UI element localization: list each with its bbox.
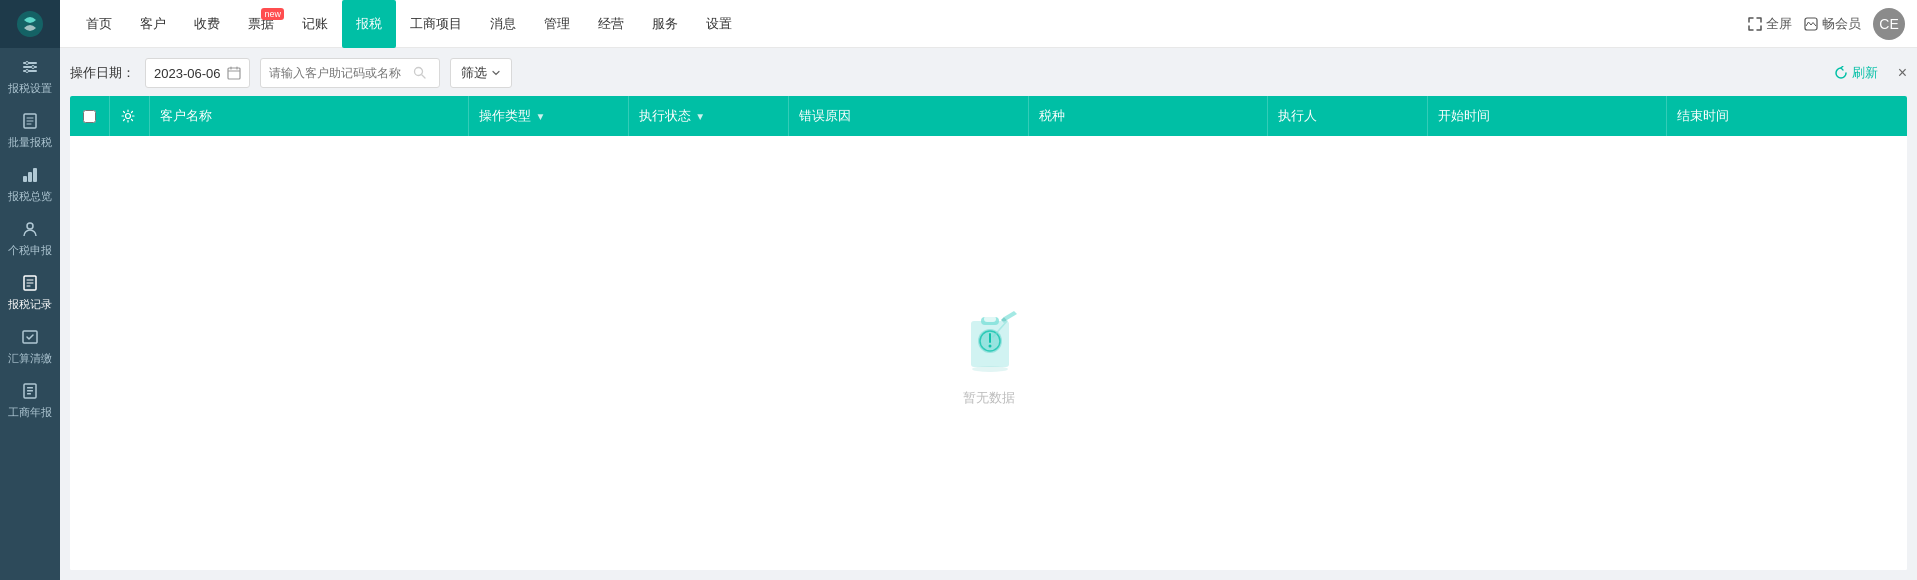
fullscreen-icon bbox=[1748, 17, 1762, 31]
sidebar-item-label: 报税总览 bbox=[8, 189, 52, 204]
table-body: 暂无数据 bbox=[70, 136, 1907, 570]
th-checkbox[interactable] bbox=[70, 96, 110, 136]
record-icon bbox=[19, 272, 41, 294]
sidebar-item-label: 个税申报 bbox=[8, 243, 52, 258]
nav-item-jizhang[interactable]: 记账 bbox=[288, 0, 342, 48]
svg-rect-19 bbox=[228, 68, 240, 79]
th-operation-type: 操作类型 ▼ bbox=[469, 96, 629, 136]
sidebar-item-label: 报税记录 bbox=[8, 297, 52, 312]
table-header: 客户名称 操作类型 ▼ 执行状态 ▼ 错误原因 税种 执行人 bbox=[70, 96, 1907, 136]
sidebar-item-gongshang-nianbao[interactable]: 工商年报 bbox=[0, 372, 60, 426]
nav-item-guanli[interactable]: 管理 bbox=[530, 0, 584, 48]
nav-item-jingying[interactable]: 经营 bbox=[584, 0, 638, 48]
fullscreen-btn[interactable]: 全屏 bbox=[1748, 15, 1792, 33]
sidebar-item-baoshui-shezhi[interactable]: 报税设置 bbox=[0, 48, 60, 102]
personal-tax-icon bbox=[19, 218, 41, 240]
th-start-time: 开始时间 bbox=[1428, 96, 1668, 136]
filter-btn[interactable]: 筛选 bbox=[450, 58, 512, 88]
th-executor: 执行人 bbox=[1268, 96, 1428, 136]
search-box[interactable] bbox=[260, 58, 440, 88]
content-area: 操作日期： 2023-06-06 筛选 bbox=[60, 48, 1917, 580]
nav-item-piaoju[interactable]: 票据 new bbox=[234, 0, 288, 48]
th-tax-type: 税种 bbox=[1029, 96, 1269, 136]
new-badge: new bbox=[261, 8, 284, 21]
svg-point-21 bbox=[126, 114, 131, 119]
th-setting bbox=[110, 96, 150, 136]
svg-point-27 bbox=[988, 345, 991, 348]
svg-rect-9 bbox=[28, 172, 32, 182]
refresh-btn[interactable]: 刷新 bbox=[1834, 64, 1878, 82]
sidebar-item-piliang-baoshui[interactable]: 批量报税 bbox=[0, 102, 60, 156]
nav-item-shezhi[interactable]: 设置 bbox=[692, 0, 746, 48]
svg-point-4 bbox=[26, 62, 29, 65]
svg-point-6 bbox=[26, 70, 29, 73]
svg-rect-8 bbox=[23, 176, 27, 182]
nav-item-xiaoxi[interactable]: 消息 bbox=[476, 0, 530, 48]
sidebar-item-label: 报税设置 bbox=[8, 81, 52, 96]
vip-icon bbox=[1804, 17, 1818, 31]
th-exec-status: 执行状态 ▼ bbox=[629, 96, 789, 136]
close-btn[interactable]: × bbox=[1898, 64, 1907, 82]
nav-item-shoufei[interactable]: 收费 bbox=[180, 0, 234, 48]
svg-rect-15 bbox=[27, 387, 33, 389]
svg-point-20 bbox=[414, 68, 422, 76]
nav-item-fuwu[interactable]: 服务 bbox=[638, 0, 692, 48]
settlement-icon bbox=[19, 326, 41, 348]
calendar-icon bbox=[227, 66, 241, 80]
nav-item-shouye[interactable]: 首页 bbox=[72, 0, 126, 48]
sidebar-item-label: 批量报税 bbox=[8, 135, 52, 150]
main-area: 首页 客户 收费 票据 new 记账 报税 工商项目 消息 管理 经营 bbox=[60, 0, 1917, 580]
search-input[interactable] bbox=[269, 66, 409, 80]
sidebar-item-label: 汇算清缴 bbox=[8, 351, 52, 366]
settings-icon bbox=[19, 56, 41, 78]
svg-point-11 bbox=[27, 223, 33, 229]
svg-point-5 bbox=[32, 66, 35, 69]
sidebar-item-huisuan-jiaona[interactable]: 汇算清缴 bbox=[0, 318, 60, 372]
empty-text: 暂无数据 bbox=[963, 389, 1015, 407]
filter-icon: ▼ bbox=[695, 111, 705, 122]
svg-rect-16 bbox=[27, 390, 33, 392]
data-table: 客户名称 操作类型 ▼ 执行状态 ▼ 错误原因 税种 执行人 bbox=[70, 96, 1907, 570]
date-input[interactable]: 2023-06-06 bbox=[145, 58, 250, 88]
th-client-name: 客户名称 bbox=[150, 96, 469, 136]
filter-bar: 操作日期： 2023-06-06 筛选 bbox=[70, 58, 1907, 88]
nav-right: 全屏 畅会员 CE bbox=[1748, 8, 1905, 40]
select-all-checkbox[interactable] bbox=[83, 110, 96, 123]
refresh-icon bbox=[1834, 66, 1848, 80]
sidebar-item-label: 工商年报 bbox=[8, 405, 52, 420]
sidebar: 报税设置 批量报税 报税总览 个税申报 bbox=[0, 0, 60, 580]
chevron-down-icon bbox=[491, 68, 501, 78]
annual-report-icon bbox=[19, 380, 41, 402]
nav-item-kehu[interactable]: 客户 bbox=[126, 0, 180, 48]
empty-illustration bbox=[949, 299, 1029, 379]
nav-item-baoshui[interactable]: 报税 bbox=[342, 0, 396, 48]
filter-icon: ▼ bbox=[535, 111, 545, 122]
sidebar-item-baoshui-zonlan[interactable]: 报税总览 bbox=[0, 156, 60, 210]
sidebar-item-baoshui-jilu[interactable]: 报税记录 bbox=[0, 264, 60, 318]
svg-rect-10 bbox=[33, 168, 37, 182]
empty-state: 暂无数据 bbox=[949, 299, 1029, 407]
th-end-time: 结束时间 bbox=[1667, 96, 1907, 136]
logo[interactable] bbox=[0, 0, 60, 48]
overview-icon bbox=[19, 164, 41, 186]
nav-item-gongshang-xiangmu[interactable]: 工商项目 bbox=[396, 0, 476, 48]
user-avatar[interactable]: CE bbox=[1873, 8, 1905, 40]
svg-point-0 bbox=[17, 11, 43, 37]
batch-icon bbox=[19, 110, 41, 132]
date-label: 操作日期： bbox=[70, 64, 135, 82]
sidebar-item-geshui-shenbao[interactable]: 个税申报 bbox=[0, 210, 60, 264]
top-navigation: 首页 客户 收费 票据 new 记账 报税 工商项目 消息 管理 经营 bbox=[60, 0, 1917, 48]
search-icon bbox=[413, 66, 427, 80]
svg-rect-17 bbox=[27, 393, 31, 395]
svg-point-28 bbox=[972, 366, 1008, 372]
th-error-reason: 错误原因 bbox=[789, 96, 1029, 136]
column-settings-icon[interactable] bbox=[120, 108, 136, 124]
svg-rect-24 bbox=[984, 316, 996, 322]
vip-btn[interactable]: 畅会员 bbox=[1804, 15, 1861, 33]
